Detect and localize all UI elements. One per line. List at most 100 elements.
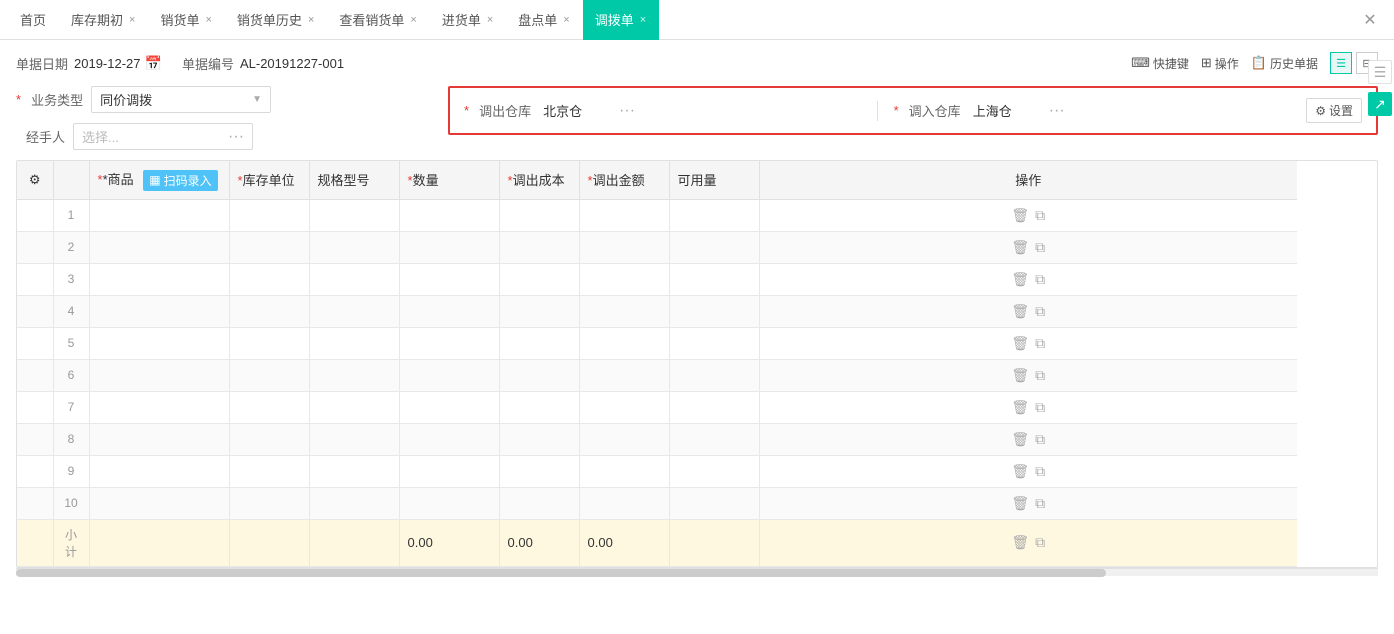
row-amount-cell[interactable]: [579, 231, 669, 263]
tab-transfer[interactable]: 调拨单 ×: [583, 0, 659, 40]
row-amount-cell[interactable]: [579, 263, 669, 295]
row-product-cell[interactable]: [89, 487, 229, 519]
horizontal-scrollbar[interactable]: [16, 568, 1378, 576]
row-spec-cell[interactable]: [309, 359, 399, 391]
tab-inventory-init-close[interactable]: ×: [129, 14, 135, 26]
tab-sales-history-close[interactable]: ×: [308, 14, 314, 26]
delete-icon[interactable]: 🗑: [1011, 431, 1029, 448]
copy-icon[interactable]: ⧉: [1035, 207, 1045, 224]
tab-stocktake-close[interactable]: ×: [563, 14, 569, 26]
row-spec-cell[interactable]: [309, 231, 399, 263]
row-cost-cell[interactable]: [499, 231, 579, 263]
row-product-cell[interactable]: [89, 455, 229, 487]
row-cost-cell[interactable]: [499, 199, 579, 231]
row-spec-cell[interactable]: [309, 199, 399, 231]
copy-icon[interactable]: ⧉: [1035, 303, 1045, 320]
row-unit-cell[interactable]: [229, 455, 309, 487]
tab-sales-history[interactable]: 销货单历史 ×: [225, 0, 327, 40]
tab-stocktake[interactable]: 盘点单 ×: [506, 0, 582, 40]
tab-purchase[interactable]: 进货单 ×: [430, 0, 506, 40]
row-spec-cell[interactable]: [309, 423, 399, 455]
tab-view-sales[interactable]: 查看销货单 ×: [327, 0, 429, 40]
row-spec-cell[interactable]: [309, 487, 399, 519]
sidebar-export-button[interactable]: ↗: [1368, 92, 1392, 116]
row-qty-cell[interactable]: [399, 455, 499, 487]
tab-view-sales-close[interactable]: ×: [410, 14, 416, 26]
scan-btn-header[interactable]: ▦ 扫码录入: [143, 172, 217, 187]
delete-icon[interactable]: 🗑: [1011, 303, 1029, 320]
row-product-cell[interactable]: [89, 423, 229, 455]
row-amount-cell[interactable]: [579, 487, 669, 519]
row-cost-cell[interactable]: [499, 263, 579, 295]
row-unit-cell[interactable]: [229, 487, 309, 519]
settings-button[interactable]: ⚙ 设置: [1306, 98, 1362, 123]
row-unit-cell[interactable]: [229, 231, 309, 263]
row-cost-cell[interactable]: [499, 391, 579, 423]
tab-inventory-init[interactable]: 库存期初 ×: [59, 0, 148, 40]
row-product-cell[interactable]: [89, 359, 229, 391]
row-qty-cell[interactable]: [399, 231, 499, 263]
row-cost-cell[interactable]: [499, 455, 579, 487]
delete-icon[interactable]: 🗑: [1011, 239, 1029, 256]
row-amount-cell[interactable]: [579, 391, 669, 423]
copy-icon[interactable]: ⧉: [1035, 463, 1045, 480]
row-amount-cell[interactable]: [579, 327, 669, 359]
row-qty-cell[interactable]: [399, 199, 499, 231]
history-button[interactable]: 📋 历史单据: [1251, 55, 1318, 72]
row-amount-cell[interactable]: [579, 455, 669, 487]
delete-icon[interactable]: 🗑: [1011, 207, 1029, 224]
handler-more-icon[interactable]: ···: [228, 128, 244, 146]
copy-icon[interactable]: ⧉: [1035, 335, 1045, 352]
row-product-cell[interactable]: [89, 231, 229, 263]
copy-icon[interactable]: ⧉: [1035, 271, 1045, 288]
row-spec-cell[interactable]: [309, 263, 399, 295]
row-unit-cell[interactable]: [229, 295, 309, 327]
biz-type-select[interactable]: 同价调拨 ▼: [91, 86, 271, 113]
copy-icon[interactable]: ⧉: [1035, 367, 1045, 384]
row-unit-cell[interactable]: [229, 359, 309, 391]
copy-icon[interactable]: ⧉: [1035, 239, 1045, 256]
row-product-cell[interactable]: [89, 263, 229, 295]
row-spec-cell[interactable]: [309, 455, 399, 487]
tab-transfer-close[interactable]: ×: [640, 14, 646, 26]
row-unit-cell[interactable]: [229, 423, 309, 455]
row-qty-cell[interactable]: [399, 423, 499, 455]
scroll-thumb[interactable]: [16, 569, 1106, 577]
row-product-cell[interactable]: [89, 327, 229, 359]
row-unit-cell[interactable]: [229, 391, 309, 423]
delete-icon[interactable]: 🗑: [1011, 335, 1029, 352]
delete-icon[interactable]: 🗑: [1011, 399, 1029, 416]
col-gear-header[interactable]: ⚙: [17, 161, 53, 199]
row-qty-cell[interactable]: [399, 391, 499, 423]
delete-icon[interactable]: 🗑: [1011, 495, 1029, 512]
row-product-cell[interactable]: [89, 391, 229, 423]
calendar-icon[interactable]: 📅: [145, 55, 162, 72]
tab-home[interactable]: 首页: [8, 0, 59, 40]
row-unit-cell[interactable]: [229, 199, 309, 231]
scan-button[interactable]: ▦ 扫码录入: [143, 170, 217, 191]
row-spec-cell[interactable]: [309, 295, 399, 327]
out-warehouse-more-icon[interactable]: ···: [619, 102, 635, 120]
tab-sales-order[interactable]: 销货单 ×: [148, 0, 224, 40]
row-unit-cell[interactable]: [229, 327, 309, 359]
row-cost-cell[interactable]: [499, 327, 579, 359]
row-spec-cell[interactable]: [309, 327, 399, 359]
row-qty-cell[interactable]: [399, 295, 499, 327]
layout-list-icon[interactable]: ☰: [1330, 52, 1352, 74]
row-qty-cell[interactable]: [399, 487, 499, 519]
in-warehouse-more-icon[interactable]: ···: [1049, 102, 1065, 120]
row-cost-cell[interactable]: [499, 295, 579, 327]
copy-icon[interactable]: ⧉: [1035, 399, 1045, 416]
tab-sales-order-close[interactable]: ×: [205, 14, 211, 26]
sidebar-list-button[interactable]: ☰: [1368, 60, 1392, 84]
row-qty-cell[interactable]: [399, 327, 499, 359]
copy-icon[interactable]: ⧉: [1035, 431, 1045, 448]
copy-icon[interactable]: ⧉: [1035, 495, 1045, 512]
row-cost-cell[interactable]: [499, 359, 579, 391]
subtotal-copy-icon[interactable]: ⧉: [1035, 534, 1045, 551]
row-spec-cell[interactable]: [309, 391, 399, 423]
delete-icon[interactable]: 🗑: [1011, 367, 1029, 384]
operations-button[interactable]: ⊞ 操作: [1201, 55, 1239, 72]
row-amount-cell[interactable]: [579, 199, 669, 231]
delete-icon[interactable]: 🗑: [1011, 463, 1029, 480]
